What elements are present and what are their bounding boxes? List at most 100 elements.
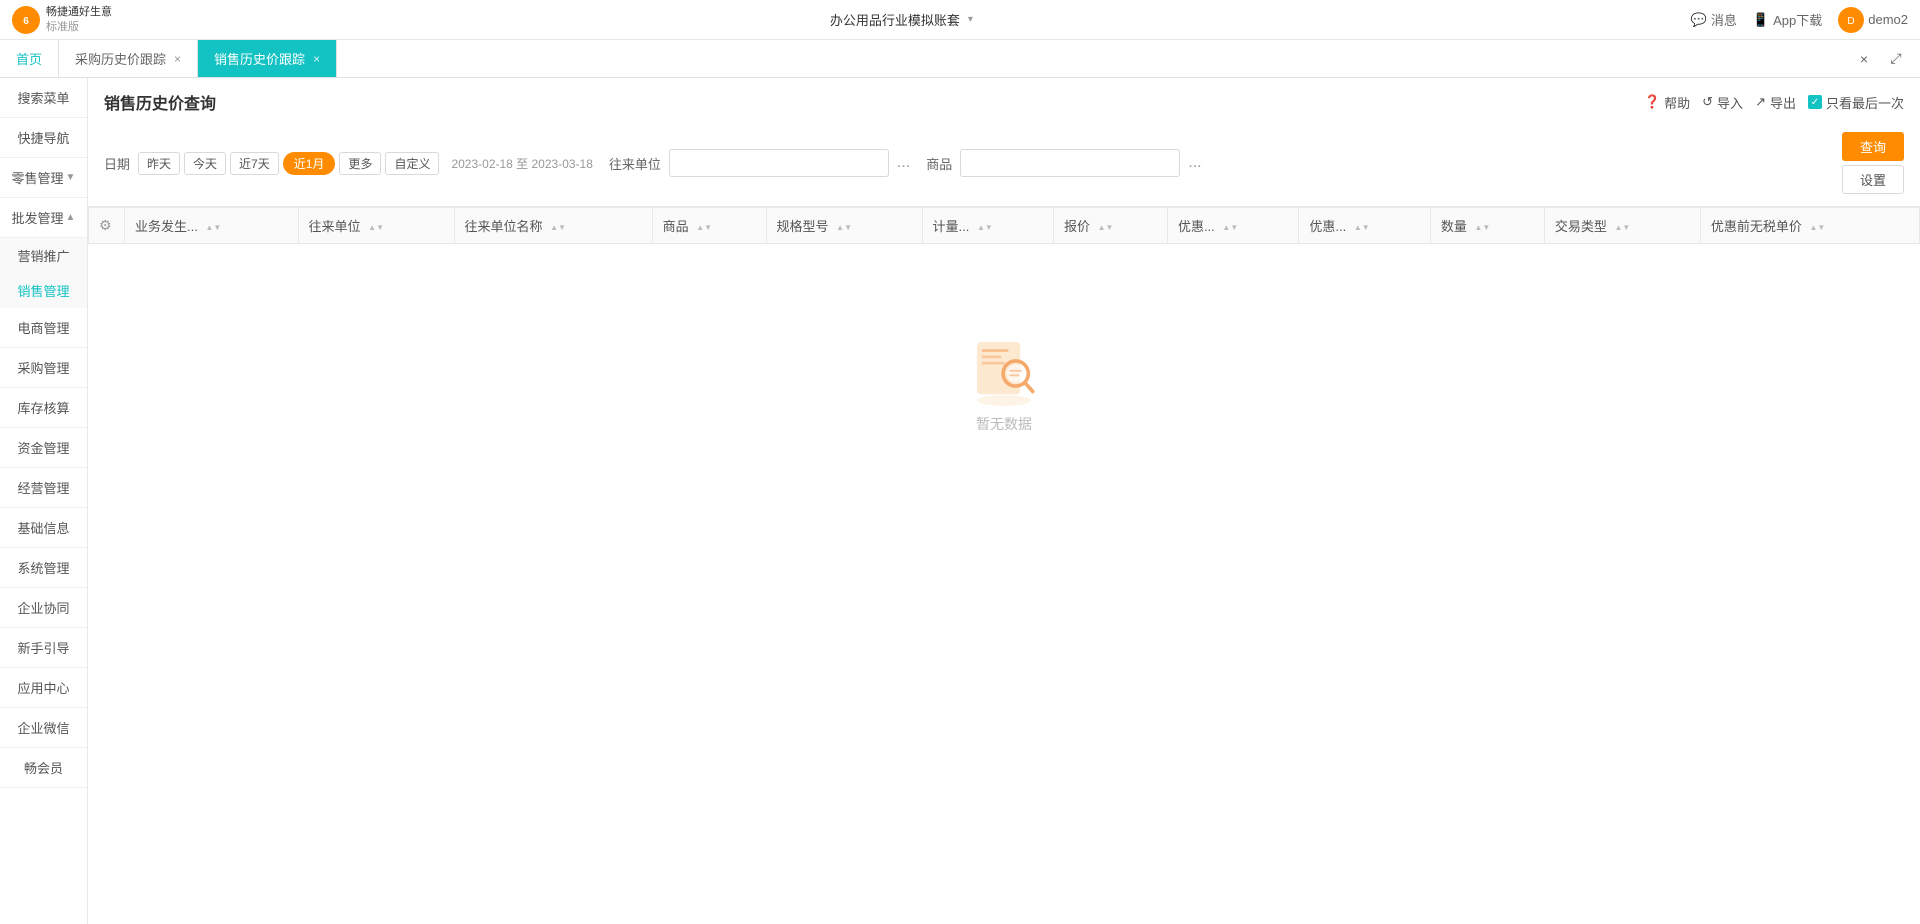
sidebar-item-retail-mgmt[interactable]: 零售管理 ▼ bbox=[0, 158, 87, 198]
table-header-discount2[interactable]: 优惠... ▲▼ bbox=[1299, 208, 1430, 244]
help-icon: ❓ bbox=[1644, 94, 1660, 110]
table-header-discount1[interactable]: 优惠... ▲▼ bbox=[1167, 208, 1298, 244]
sidebar-item-new-guide[interactable]: 新手引导 bbox=[0, 628, 87, 668]
sort-icon-pre-discount-price: ▲▼ bbox=[1809, 224, 1825, 232]
date-filter-group: 日期 昨天 今天 近7天 近1月 更多 自定义 2023-02-18 至 202… bbox=[104, 152, 593, 175]
tab-bar: 首页 采购历史价跟踪 × 销售历史价跟踪 × × ⤢ bbox=[0, 40, 1920, 78]
sidebar-item-inventory[interactable]: 库存核算 bbox=[0, 388, 87, 428]
sidebar-app-center-label: 应用中心 bbox=[17, 678, 69, 697]
sort-icon-quote: ▲▼ bbox=[1098, 224, 1114, 232]
export-btn[interactable]: ↗ 导出 bbox=[1755, 93, 1796, 112]
sort-icon-unit: ▲▼ bbox=[977, 224, 993, 232]
sidebar-item-enterprise-collab[interactable]: 企业协同 bbox=[0, 588, 87, 628]
sidebar-new-guide-label: 新手引导 bbox=[17, 638, 69, 657]
table-header-transaction-type[interactable]: 交易类型 ▲▼ bbox=[1544, 208, 1700, 244]
sidebar-item-finance-mgmt[interactable]: 资金管理 bbox=[0, 428, 87, 468]
message-icon: 💬 bbox=[1691, 12, 1707, 28]
app-download-btn[interactable]: 📱 App下载 bbox=[1753, 10, 1822, 29]
table-header-quantity[interactable]: 数量 ▲▼ bbox=[1430, 208, 1544, 244]
sidebar-enterprise-collab-label: 企业协同 bbox=[17, 598, 69, 617]
table-header-spec[interactable]: 规格型号 ▲▼ bbox=[766, 208, 922, 244]
date-btn-7days[interactable]: 近7天 bbox=[230, 152, 279, 175]
date-btn-custom[interactable]: 自定义 bbox=[385, 152, 439, 175]
table-header-counterpart-code[interactable]: 往来单位 ▲▼ bbox=[298, 208, 454, 244]
sidebar-item-wholesale-mgmt[interactable]: 批发管理 ▲ bbox=[0, 198, 87, 238]
sort-icon-quantity: ▲▼ bbox=[1475, 224, 1491, 232]
sidebar-item-app-center[interactable]: 应用中心 bbox=[0, 668, 87, 708]
table-settings-icon[interactable]: ⚙ bbox=[99, 217, 112, 233]
filter-btn-group: 查询 设置 bbox=[1842, 132, 1904, 194]
counterpart-input[interactable] bbox=[669, 149, 889, 177]
counterpart-filter-group: 往来单位 ... bbox=[609, 149, 910, 177]
app-download-icon: 📱 bbox=[1753, 12, 1769, 28]
empty-state: 暂无数据 bbox=[88, 244, 1920, 514]
product-dots-icon[interactable]: ... bbox=[1188, 154, 1201, 172]
sidebar-basic-info-label: 基础信息 bbox=[17, 518, 69, 537]
settings-button[interactable]: 设置 bbox=[1842, 165, 1904, 194]
tab-bar-actions: × ⤢ bbox=[1852, 47, 1920, 71]
tab-purchase-history[interactable]: 采购历史价跟踪 × bbox=[59, 40, 198, 77]
sidebar-item-marketing[interactable]: 营销推广 bbox=[0, 238, 87, 273]
top-bar-center: 办公用品行业模拟账套 ▾ bbox=[830, 10, 973, 29]
sort-icon-discount2: ▲▼ bbox=[1354, 224, 1370, 232]
sidebar-item-operations-mgmt[interactable]: 经营管理 bbox=[0, 468, 87, 508]
breadcrumb-text: 办公用品行业模拟账套 bbox=[830, 10, 960, 29]
tab-home-label: 首页 bbox=[16, 49, 42, 68]
sidebar-search-menu-label: 搜索菜单 bbox=[17, 88, 69, 107]
table-header-counterpart-name[interactable]: 往来单位名称 ▲▼ bbox=[454, 208, 652, 244]
sidebar-item-enterprise-wechat[interactable]: 企业微信 bbox=[0, 708, 87, 748]
help-btn[interactable]: ❓ 帮助 bbox=[1644, 93, 1690, 112]
sidebar-item-sales-mgmt[interactable]: 销售管理 bbox=[0, 273, 87, 308]
product-input[interactable] bbox=[960, 149, 1180, 177]
user-profile[interactable]: D demo2 bbox=[1838, 7, 1908, 33]
counterpart-filter-label: 往来单位 bbox=[609, 154, 661, 173]
counterpart-dots-icon[interactable]: ... bbox=[897, 154, 910, 172]
date-btn-today[interactable]: 今天 bbox=[184, 152, 226, 175]
sidebar-item-ecommerce-mgmt[interactable]: 电商管理 bbox=[0, 308, 87, 348]
table-header-business-date[interactable]: 业务发生... ▲▼ bbox=[125, 208, 299, 244]
tab-home[interactable]: 首页 bbox=[0, 40, 59, 77]
sidebar-marketing-label: 营销推广 bbox=[17, 249, 69, 264]
only-last-checkbox[interactable]: ✓ 只看最后一次 bbox=[1808, 93, 1904, 112]
sidebar-item-purchase-mgmt[interactable]: 采购管理 bbox=[0, 348, 87, 388]
top-bar-left: 6 畅捷通好生意 标准版 bbox=[12, 5, 112, 34]
table-header-pre-discount-price[interactable]: 优惠前无税单价 ▲▼ bbox=[1700, 208, 1919, 244]
close-all-tabs-btn[interactable]: × bbox=[1852, 47, 1876, 71]
table-header-product[interactable]: 商品 ▲▼ bbox=[652, 208, 766, 244]
sidebar-finance-label: 资金管理 bbox=[17, 438, 69, 457]
sidebar-item-system-mgmt[interactable]: 系统管理 bbox=[0, 548, 87, 588]
tab-sales-label: 销售历史价跟踪 bbox=[214, 49, 305, 68]
sidebar-item-search-menu[interactable]: 搜索菜单 bbox=[0, 78, 87, 118]
sort-icon-counterpart-name: ▲▼ bbox=[550, 224, 566, 232]
data-table: ⚙ 业务发生... ▲▼ 往来单位 ▲▼ 往来单位名称 ▲▼ bbox=[88, 207, 1920, 244]
sort-icon-discount1: ▲▼ bbox=[1222, 224, 1238, 232]
sidebar-inventory-label: 库存核算 bbox=[17, 398, 69, 417]
maximize-btn[interactable]: ⤢ bbox=[1884, 47, 1908, 71]
sidebar-item-basic-info[interactable]: 基础信息 bbox=[0, 508, 87, 548]
sidebar-purchase-label: 采购管理 bbox=[17, 358, 69, 377]
tab-sales-close-icon[interactable]: × bbox=[313, 52, 320, 66]
logo-icon: 6 bbox=[12, 6, 40, 34]
table-header-unit[interactable]: 计量... ▲▼ bbox=[922, 208, 1053, 244]
logo-text: 畅捷通好生意 标准版 bbox=[46, 5, 112, 34]
filter-row: 日期 昨天 今天 近7天 近1月 更多 自定义 2023-02-18 至 202… bbox=[104, 124, 1904, 206]
search-button[interactable]: 查询 bbox=[1842, 132, 1904, 161]
empty-text: 暂无数据 bbox=[976, 414, 1032, 434]
table-container: ⚙ 业务发生... ▲▼ 往来单位 ▲▼ 往来单位名称 ▲▼ bbox=[88, 207, 1920, 924]
svg-text:6: 6 bbox=[23, 16, 29, 27]
page-title-row: 销售历史价查询 ❓ 帮助 ↺ 导入 ↗ 导出 ✓ bbox=[104, 90, 1904, 114]
import-btn[interactable]: ↺ 导入 bbox=[1702, 93, 1743, 112]
breadcrumb-dropdown-icon[interactable]: ▾ bbox=[968, 14, 973, 25]
tab-purchase-close-icon[interactable]: × bbox=[174, 52, 181, 66]
tab-sales-history[interactable]: 销售历史价跟踪 × bbox=[198, 40, 337, 77]
checkbox-icon: ✓ bbox=[1808, 95, 1822, 109]
sort-icon-spec: ▲▼ bbox=[836, 224, 852, 232]
sidebar-item-member[interactable]: 畅会员 bbox=[0, 748, 87, 788]
date-btn-1month[interactable]: 近1月 bbox=[283, 152, 336, 175]
message-btn[interactable]: 💬 消息 bbox=[1691, 10, 1737, 29]
main-layout: 搜索菜单 快捷导航 零售管理 ▼ 批发管理 ▲ 营销推广 销售管理 电商管理 采… bbox=[0, 78, 1920, 924]
sidebar-item-quick-nav[interactable]: 快捷导航 bbox=[0, 118, 87, 158]
date-btn-more[interactable]: 更多 bbox=[339, 152, 381, 175]
table-header-quote[interactable]: 报价 ▲▼ bbox=[1053, 208, 1167, 244]
date-btn-yesterday[interactable]: 昨天 bbox=[138, 152, 180, 175]
